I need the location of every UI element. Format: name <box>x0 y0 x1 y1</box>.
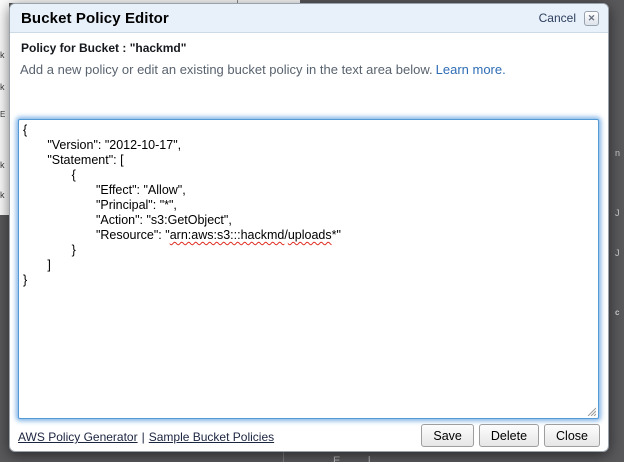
background-text-fragment: n <box>615 148 624 158</box>
policy-line: "Action": "s3:GetObject", <box>23 213 594 228</box>
close-icon[interactable]: ✕ <box>584 11 599 26</box>
background-text-fragment: J <box>615 248 624 258</box>
policy-line: "Effect": "Allow", <box>23 183 594 198</box>
background-text-fragment: E <box>0 110 5 120</box>
learn-more-link[interactable]: Learn more. <box>436 62 506 77</box>
policy-line: "Statement": [ <box>23 153 594 168</box>
dialog-titlebar: Bucket Policy Editor Cancel ✕ <box>10 4 608 33</box>
background-text-fragment: k <box>0 190 5 200</box>
policy-editor-textarea[interactable]: { "Version": "2012-10-17", "Statement": … <box>18 119 599 419</box>
save-button[interactable]: Save <box>421 424 474 447</box>
background-text-fragment: l <box>368 454 378 462</box>
bucket-policy-editor-dialog: Bucket Policy Editor Cancel ✕ Policy for… <box>9 3 609 452</box>
background-text-fragment: k <box>0 82 5 92</box>
resource-suffix: *" <box>332 228 341 242</box>
sample-bucket-policies-link[interactable]: Sample Bucket Policies <box>149 430 274 444</box>
policy-line: "Version": "2012-10-17", <box>23 138 594 153</box>
misspelled-uploads-text: uploads <box>288 228 332 242</box>
policy-line: "Principal": "*", <box>23 198 594 213</box>
resource-prefix: "Resource": " <box>23 228 170 242</box>
policy-line: ] <box>23 258 594 273</box>
policy-line: } <box>23 243 594 258</box>
policy-line: { <box>23 123 594 138</box>
aws-policy-generator-link[interactable]: AWS Policy Generator <box>18 430 138 444</box>
policy-line: } <box>23 273 594 288</box>
policy-line-resource: "Resource": "arn:aws:s3:::hackmd/uploads… <box>23 228 594 243</box>
close-button[interactable]: Close <box>544 424 600 447</box>
resize-grip-icon[interactable] <box>586 406 596 416</box>
background-text-fragment: k <box>0 160 5 170</box>
cancel-link[interactable]: Cancel <box>539 11 576 25</box>
policy-line: { <box>23 168 594 183</box>
description-text: Add a new policy or edit an existing buc… <box>20 62 433 77</box>
footer-links: AWS Policy Generator | Sample Bucket Polic… <box>18 430 274 444</box>
misspelled-arn-text: arn:aws:s3:::hackmd <box>170 228 285 242</box>
bucket-policy-header: Policy for Bucket : "hackmd" <box>21 41 186 55</box>
background-page-left <box>0 0 9 215</box>
background-text-fragment: k <box>0 50 5 60</box>
dialog-title: Bucket Policy Editor <box>21 10 169 27</box>
background-text-fragment: c <box>615 308 624 318</box>
background-text-fragment: J <box>615 208 624 218</box>
background-text-fragment: E <box>333 454 343 462</box>
footer-buttons: Save Delete Close <box>421 424 600 447</box>
dialog-description: Add a new policy or edit an existing buc… <box>20 62 506 77</box>
delete-button[interactable]: Delete <box>479 424 539 447</box>
link-separator: | <box>142 430 145 444</box>
